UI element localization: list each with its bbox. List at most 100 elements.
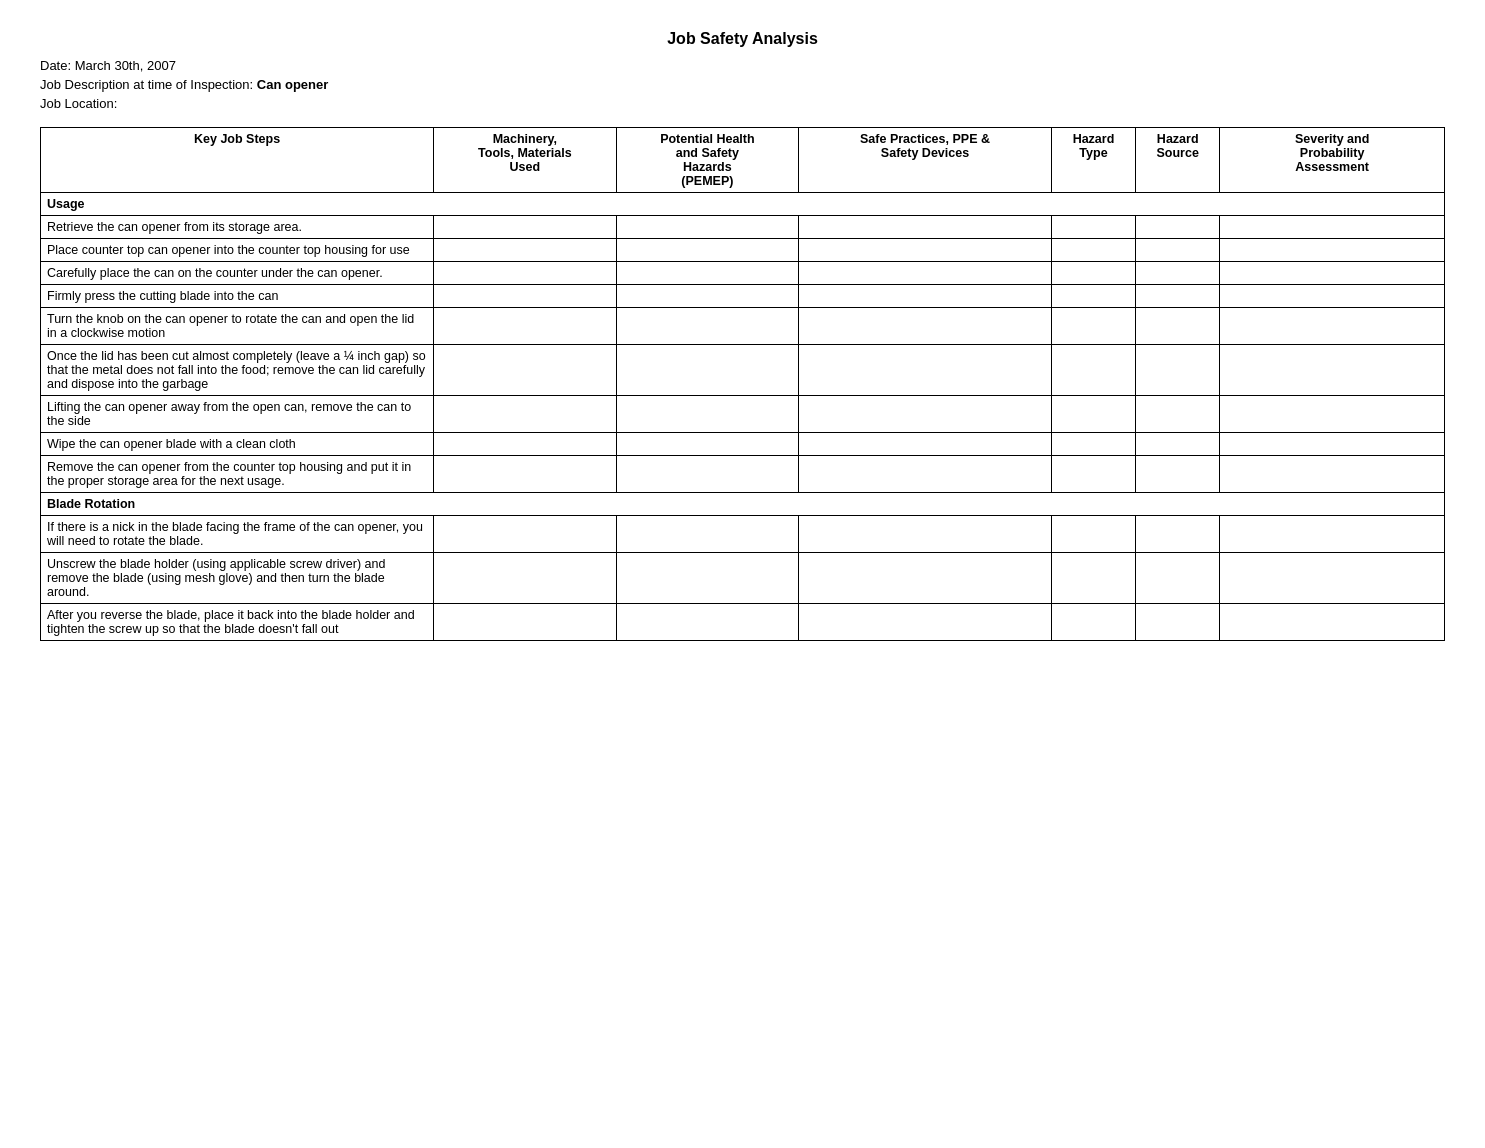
safe-practices-cell (799, 308, 1052, 345)
section-header-row: Usage (41, 193, 1445, 216)
jsa-table: Key Job Steps Machinery, Tools, Material… (40, 127, 1445, 641)
health-cell (616, 516, 799, 553)
table-row: Remove the can opener from the counter t… (41, 456, 1445, 493)
meta-location: Job Location: (40, 96, 1445, 111)
severity-cell (1220, 262, 1445, 285)
table-row: If there is a nick in the blade facing t… (41, 516, 1445, 553)
header-machinery: Machinery, Tools, Materials Used (434, 128, 617, 193)
table-row: After you reverse the blade, place it ba… (41, 604, 1445, 641)
safe-practices-cell (799, 456, 1052, 493)
safe-practices-cell (799, 262, 1052, 285)
table-row: Carefully place the can on the counter u… (41, 262, 1445, 285)
safe-practices-cell (799, 216, 1052, 239)
step-text: Wipe the can opener blade with a clean c… (41, 433, 434, 456)
meta-date: Date: March 30th, 2007 (40, 58, 1445, 73)
hazard-source-cell (1136, 308, 1220, 345)
hazard-source-cell (1136, 285, 1220, 308)
severity-cell (1220, 516, 1445, 553)
machinery-cell (434, 396, 617, 433)
hazard-source-cell (1136, 216, 1220, 239)
health-cell (616, 239, 799, 262)
health-cell (616, 553, 799, 604)
safe-practices-cell (799, 604, 1052, 641)
hazard-source-cell (1136, 433, 1220, 456)
header-safe-practices: Safe Practices, PPE & Safety Devices (799, 128, 1052, 193)
section-label: Blade Rotation (41, 493, 1445, 516)
machinery-cell (434, 285, 617, 308)
safe-practices-cell (799, 516, 1052, 553)
table-row: Wipe the can opener blade with a clean c… (41, 433, 1445, 456)
hazard-source-cell (1136, 553, 1220, 604)
severity-cell (1220, 239, 1445, 262)
header-health-hazards: Potential Health and Safety Hazards (PEM… (616, 128, 799, 193)
hazard-source-cell (1136, 516, 1220, 553)
hazard-source-cell (1136, 604, 1220, 641)
header-hazard-type: HazardType (1051, 128, 1135, 193)
step-text: After you reverse the blade, place it ba… (41, 604, 434, 641)
step-text: Retrieve the can opener from its storage… (41, 216, 434, 239)
step-text: Once the lid has been cut almost complet… (41, 345, 434, 396)
health-cell (616, 345, 799, 396)
header-severity: Severity and Probability Assessment (1220, 128, 1445, 193)
job-desc-value: Can opener (257, 77, 329, 92)
step-text: Turn the knob on the can opener to rotat… (41, 308, 434, 345)
machinery-cell (434, 604, 617, 641)
hazard-type-cell (1051, 396, 1135, 433)
step-text: Carefully place the can on the counter u… (41, 262, 434, 285)
step-text: If there is a nick in the blade facing t… (41, 516, 434, 553)
hazard-type-cell (1051, 553, 1135, 604)
health-cell (616, 216, 799, 239)
hazard-source-cell (1136, 456, 1220, 493)
step-text: Unscrew the blade holder (using applicab… (41, 553, 434, 604)
hazard-type-cell (1051, 345, 1135, 396)
table-row: Unscrew the blade holder (using applicab… (41, 553, 1445, 604)
table-row: Turn the knob on the can opener to rotat… (41, 308, 1445, 345)
safe-practices-cell (799, 396, 1052, 433)
hazard-source-cell (1136, 262, 1220, 285)
section-label: Usage (41, 193, 1445, 216)
table-row: Lifting the can opener away from the ope… (41, 396, 1445, 433)
severity-cell (1220, 345, 1445, 396)
job-desc-prefix: Job Description at time of Inspection: (40, 77, 257, 92)
hazard-source-cell (1136, 239, 1220, 262)
table-row: Retrieve the can opener from its storage… (41, 216, 1445, 239)
machinery-cell (434, 262, 617, 285)
table-header-row: Key Job Steps Machinery, Tools, Material… (41, 128, 1445, 193)
safe-practices-cell (799, 433, 1052, 456)
table-row: Place counter top can opener into the co… (41, 239, 1445, 262)
hazard-type-cell (1051, 456, 1135, 493)
machinery-cell (434, 433, 617, 456)
table-row: Once the lid has been cut almost complet… (41, 345, 1445, 396)
hazard-type-cell (1051, 239, 1135, 262)
table-row: Firmly press the cutting blade into the … (41, 285, 1445, 308)
hazard-source-cell (1136, 345, 1220, 396)
hazard-type-cell (1051, 308, 1135, 345)
safe-practices-cell (799, 345, 1052, 396)
hazard-type-cell (1051, 285, 1135, 308)
severity-cell (1220, 553, 1445, 604)
step-text: Remove the can opener from the counter t… (41, 456, 434, 493)
step-text: Lifting the can opener away from the ope… (41, 396, 434, 433)
hazard-type-cell (1051, 216, 1135, 239)
machinery-cell (434, 239, 617, 262)
section-header-row: Blade Rotation (41, 493, 1445, 516)
machinery-cell (434, 345, 617, 396)
machinery-cell (434, 516, 617, 553)
machinery-cell (434, 308, 617, 345)
step-text: Place counter top can opener into the co… (41, 239, 434, 262)
health-cell (616, 262, 799, 285)
severity-cell (1220, 285, 1445, 308)
severity-cell (1220, 456, 1445, 493)
hazard-type-cell (1051, 262, 1135, 285)
header-key-job-steps: Key Job Steps (41, 128, 434, 193)
safe-practices-cell (799, 285, 1052, 308)
machinery-cell (434, 216, 617, 239)
health-cell (616, 396, 799, 433)
health-cell (616, 433, 799, 456)
page-title: Job Safety Analysis (40, 30, 1445, 48)
safe-practices-cell (799, 553, 1052, 604)
severity-cell (1220, 604, 1445, 641)
hazard-type-cell (1051, 433, 1135, 456)
health-cell (616, 456, 799, 493)
health-cell (616, 308, 799, 345)
